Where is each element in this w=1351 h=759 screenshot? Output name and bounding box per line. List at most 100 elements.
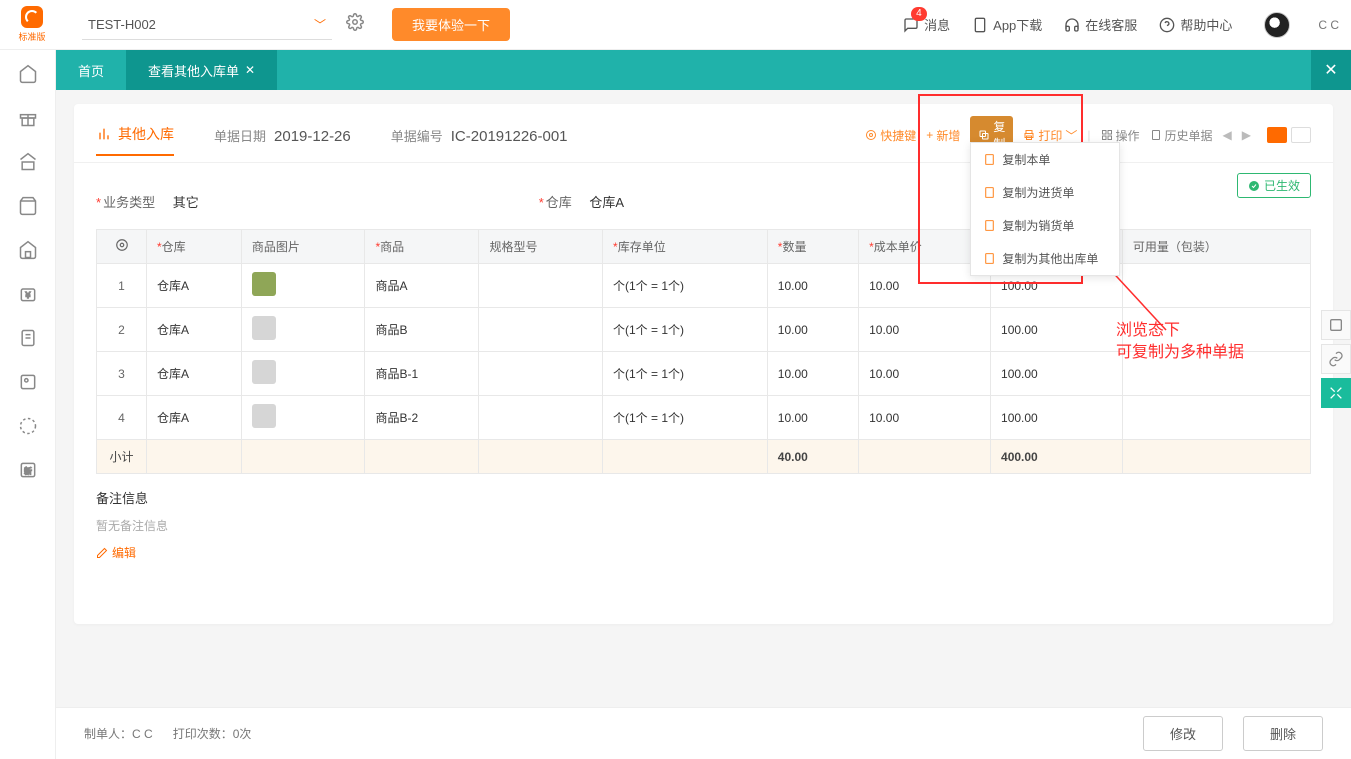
customer-service-link[interactable]: 在线客服 [1064,15,1137,34]
refresh-icon[interactable] [18,416,38,436]
actions-button[interactable]: 操作 [1101,127,1140,144]
org-selector[interactable]: TEST-H002 ﹀ [82,10,332,40]
messages-badge: 4 [911,7,927,21]
copy-as-outbound[interactable]: 复制为其他出库单 [971,242,1119,275]
float-note-icon[interactable] [1321,310,1351,340]
avatar[interactable] [1264,12,1290,38]
add-button[interactable]: + 新增 [926,127,960,144]
app-download-label: App下载 [993,15,1042,34]
close-icon[interactable]: ✕ [245,63,255,77]
copy-as-purchase[interactable]: 复制为进货单 [971,176,1119,209]
tabbar: 首页 查看其他入库单 ✕ ✕ [56,50,1351,90]
prev-doc-button[interactable]: ◀ [1223,128,1232,142]
table-row[interactable]: 4 仓库A 商品B-2 个(1个 = 1个) 10.00 10.00 100.0… [97,396,1311,440]
doc-title-tab[interactable]: 其他入库 [96,124,174,156]
new-icon[interactable]: 新 [18,460,38,480]
tab-current[interactable]: 查看其他入库单 ✕ [126,50,277,90]
gear-icon [115,238,129,252]
tab-home[interactable]: 首页 [56,50,126,90]
grid-icon [1101,129,1113,141]
table-row[interactable]: 3 仓库A 商品B-1 个(1个 = 1个) 10.00 10.00 100.0… [97,352,1311,396]
modify-button[interactable]: 修改 [1143,716,1223,751]
biz-type-value: 其它 [173,195,199,210]
edit-remarks-button[interactable]: 编辑 [96,544,1311,561]
chart-icon [96,126,112,142]
bag-icon[interactable] [18,196,38,216]
username: C C [1318,18,1339,32]
view-toggle [1267,127,1311,143]
biz-type-field: *业务类型 其它 [96,192,199,211]
money-icon[interactable]: ¥ [18,284,38,304]
trial-button[interactable]: 我要体验一下 [392,8,510,41]
doc-no-label: 单据编号 [391,126,443,145]
org-name: TEST-H002 [88,17,156,32]
logo: 标准版 [12,6,52,43]
next-doc-button[interactable]: ▶ [1242,128,1251,142]
maker-info: 制单人：C C [84,725,153,742]
customer-service-label: 在线客服 [1085,15,1137,34]
help-center-label: 帮助中心 [1180,15,1232,34]
settings-gear-icon[interactable] [346,13,364,36]
tabbar-close-button[interactable]: ✕ [1311,50,1351,90]
logo-icon [21,6,43,28]
chevron-down-icon: ﹀ [314,16,326,33]
doc-title: 其他入库 [118,124,174,144]
left-sidebar: ¥ 新 [0,50,56,759]
status-badge: 已生效 [1237,173,1311,198]
float-link-icon[interactable] [1321,344,1351,374]
logo-text: 标准版 [18,30,45,43]
subtotal-row: 小计40.00400.00 [97,440,1311,474]
warehouse-value: 仓库A [589,195,624,210]
gear-icon [865,129,877,141]
printer-icon [1023,129,1035,141]
remarks-title: 备注信息 [96,488,1311,507]
col-settings[interactable] [97,230,147,264]
table-row[interactable]: 1 仓库A 商品A 个(1个 = 1个) 10.00 10.00 100.00 [97,264,1311,308]
gift-icon[interactable] [18,108,38,128]
warehouse-field: *仓库 仓库A [539,192,624,211]
shortcut-button[interactable]: 快捷键 [865,127,916,144]
doc-date: 2019-12-26 [274,128,351,145]
items-table: *仓库 商品图片 *商品 规格型号 *库存单位 *数量 *成本单价 *成本金额 … [96,229,1311,474]
product-image [252,316,276,340]
home-icon[interactable] [18,64,38,84]
help-center-link[interactable]: 帮助中心 [1159,15,1232,34]
house-icon[interactable] [18,240,38,260]
messages-label: 消息 [924,15,950,34]
print-count: 打印次数：0次 [173,725,252,742]
delete-button[interactable]: 删除 [1243,716,1323,751]
copy-as-sales[interactable]: 复制为销货单 [971,209,1119,242]
product-image [252,360,276,384]
app-download-link[interactable]: App下载 [972,15,1042,34]
document-card: 其他入库 单据日期 2019-12-26 单据编号 IC-20191226-00… [74,104,1333,624]
product-image [252,404,276,428]
copy-icon [978,129,990,141]
product-image [252,272,276,296]
copy-dropdown: 复制本单 复制为进货单 复制为销货单 复制为其他出库单 [970,142,1120,276]
svg-text:¥: ¥ [24,290,30,300]
messages-link[interactable]: 消息 4 [903,15,950,34]
tab-current-label: 查看其他入库单 [148,61,239,80]
svg-text:新: 新 [24,465,32,475]
clipboard-icon[interactable] [18,328,38,348]
right-float-toolbar [1321,310,1351,408]
warehouse-icon[interactable] [18,152,38,172]
history-button[interactable]: 历史单据 [1150,127,1213,144]
view-grid-button[interactable] [1291,127,1311,143]
plus-icon: + [926,128,933,142]
print-button[interactable]: 打印 ﹀ [1023,127,1077,144]
doc-date-label: 单据日期 [214,126,266,145]
float-expand-icon[interactable] [1321,378,1351,408]
check-icon [1248,180,1260,192]
table-row[interactable]: 2 仓库A 商品B 个(1个 = 1个) 10.00 10.00 100.00 [97,308,1311,352]
footer-bar: 制单人：C C 打印次数：0次 修改 删除 [56,707,1351,759]
history-icon [1150,129,1162,141]
remarks-empty: 暂无备注信息 [96,517,1311,534]
top-header: 标准版 TEST-H002 ﹀ 我要体验一下 消息 4 App下载 在线客服 [0,0,1351,50]
edit-icon [96,547,108,559]
view-list-button[interactable] [1267,127,1287,143]
profile-icon[interactable] [18,372,38,392]
chevron-down-icon: ﹀ [1065,127,1077,144]
doc-no: IC-20191226-001 [451,128,568,145]
copy-this-doc[interactable]: 复制本单 [971,143,1119,176]
